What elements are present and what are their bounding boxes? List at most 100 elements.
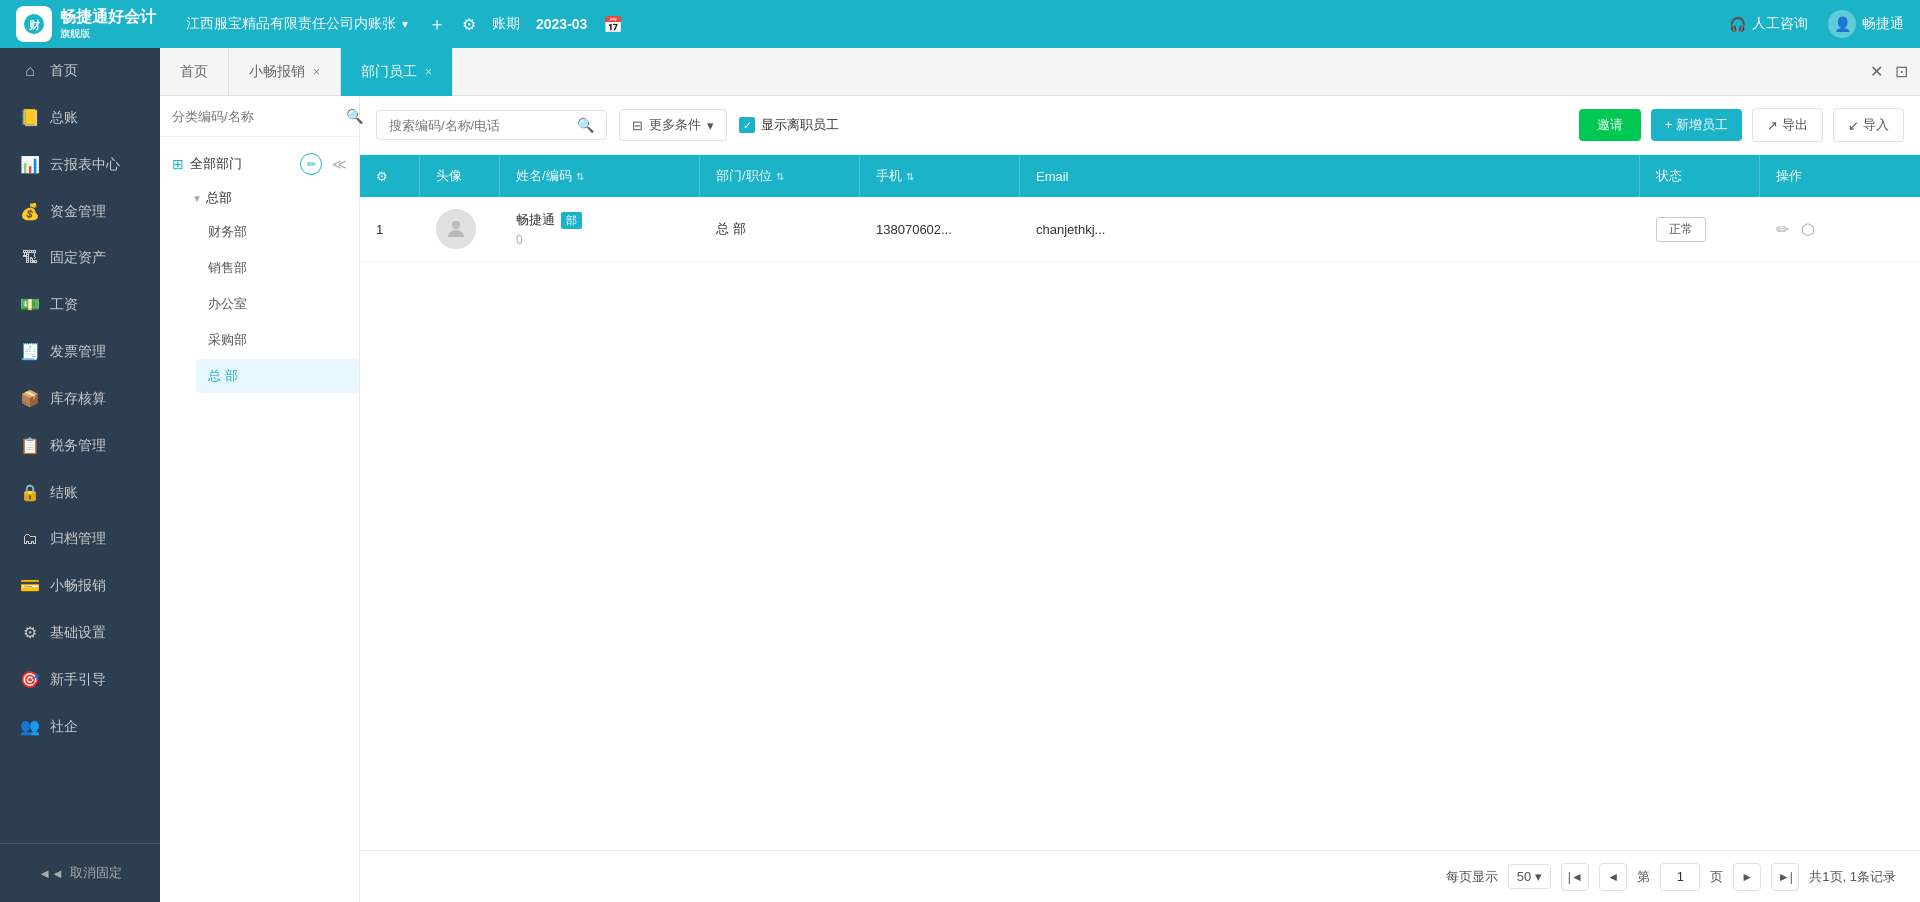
close-tab-button[interactable]: ✕ (1870, 62, 1883, 81)
td-index: 1 (360, 197, 420, 261)
dept-finance[interactable]: 财务部 (196, 215, 359, 249)
th-avatar: 头像 (420, 155, 500, 197)
sidebar-item-fixed-assets[interactable]: 🏗 固定资产 (0, 235, 160, 281)
sidebar-item-label: 小畅报销 (50, 577, 106, 595)
sidebar-item-label: 工资 (50, 296, 78, 314)
dept-purchase[interactable]: 采购部 (196, 323, 359, 357)
filter-chevron-icon: ▾ (707, 118, 714, 133)
total-label: 共1页, 1条记录 (1809, 868, 1896, 886)
th-settings[interactable]: ⚙ (360, 155, 420, 197)
dept-panel: 🔍 ⊞ 全部部门 ✏ ≪ ▼ 总部 财 (160, 96, 360, 902)
td-actions: ✏ ⬡ (1760, 197, 1920, 261)
import-label: 导入 (1863, 116, 1889, 134)
dept-root-all[interactable]: ⊞ 全部部门 ✏ ≪ (160, 145, 359, 183)
dept-children: ▼ 总部 财务部 销售部 办公室 采购部 总 部 (180, 183, 359, 393)
dept-general-label: 总部 (206, 189, 232, 207)
invite-label: 邀请 (1597, 117, 1623, 132)
settings-icon[interactable]: ⚙ (462, 15, 476, 34)
sidebar-item-invoice[interactable]: 🧾 发票管理 (0, 328, 160, 375)
show-resigned-toggle[interactable]: ✓ 显示离职员工 (739, 116, 839, 134)
add-tab-button[interactable]: ＋ (428, 12, 446, 36)
salary-icon: 💵 (20, 295, 40, 314)
sidebar-item-more[interactable]: 👥 社企 (0, 703, 160, 750)
employee-toolbar: 🔍 ⊟ 更多条件 ▾ ✓ 显示离职员工 邀请 (360, 96, 1920, 155)
period-label: 账期 (492, 15, 520, 33)
show-resigned-label: 显示离职员工 (761, 116, 839, 134)
guide-icon: 🎯 (20, 670, 40, 689)
th-status: 状态 (1640, 155, 1760, 197)
employee-search-icon[interactable]: 🔍 (577, 117, 594, 133)
sidebar-item-general-ledger[interactable]: 📒 总账 (0, 94, 160, 141)
th-dept-position[interactable]: 部门/职位 ⇅ (700, 155, 860, 197)
per-page-label: 每页显示 (1446, 868, 1498, 886)
tab-dept-close[interactable]: × (425, 65, 432, 79)
sidebar-item-guide[interactable]: 🎯 新手引导 (0, 656, 160, 703)
dept-collapse-icon[interactable]: ≪ (332, 156, 347, 172)
more-filter-button[interactable]: ⊟ 更多条件 ▾ (619, 109, 727, 141)
tab-home[interactable]: 首页 (160, 48, 229, 96)
page-input[interactable] (1660, 863, 1700, 891)
user-avatar: 👤 (1828, 10, 1856, 38)
maximize-button[interactable]: ⊡ (1895, 62, 1908, 81)
dept-general[interactable]: ▼ 总部 (180, 183, 359, 213)
dept-tree: ⊞ 全部部门 ✏ ≪ ▼ 总部 财务部 销售部 办公室 (160, 137, 359, 902)
import-icon: ↙ (1848, 118, 1859, 133)
add-employee-button[interactable]: + 新增员工 (1651, 109, 1742, 141)
archive-icon: 🗂 (20, 530, 40, 548)
import-button[interactable]: ↙ 导入 (1833, 108, 1904, 142)
td-dept: 总 部 (700, 197, 860, 261)
per-page-value: 50 (1517, 869, 1531, 884)
sidebar-item-label: 结账 (50, 484, 78, 502)
invite-button[interactable]: 邀请 (1579, 109, 1641, 141)
page-next-button[interactable]: ► (1733, 863, 1761, 891)
sidebar-item-tax[interactable]: 📋 税务管理 (0, 422, 160, 469)
page-prev-button[interactable]: ◄ (1599, 863, 1627, 891)
sidebar-item-label: 资金管理 (50, 203, 106, 221)
sidebar-item-inventory[interactable]: 📦 库存核算 (0, 375, 160, 422)
sidebar-item-basic-settings[interactable]: ⚙ 基础设置 (0, 609, 160, 656)
inventory-icon: 📦 (20, 389, 40, 408)
dept-sales[interactable]: 销售部 (196, 251, 359, 285)
dept-grid-icon: ⊞ (172, 156, 184, 172)
dept-search-input[interactable] (172, 109, 340, 124)
content-area: 首页 小畅报销 × 部门员工 × ✕ ⊡ 🔍 (160, 48, 1920, 902)
th-name-code[interactable]: 姓名/编码 ⇅ (500, 155, 700, 197)
sidebar-item-funds[interactable]: 💰 资金管理 (0, 188, 160, 235)
sidebar-item-salary[interactable]: 💵 工资 (0, 281, 160, 328)
ledger-icon: 📒 (20, 108, 40, 127)
sidebar-item-reports[interactable]: 📊 云报表中心 (0, 141, 160, 188)
tab-xiaochang-close[interactable]: × (313, 65, 320, 79)
page-first-button[interactable]: |◄ (1561, 863, 1589, 891)
sidebar-item-closing[interactable]: 🔒 结账 (0, 469, 160, 516)
export-button[interactable]: ↗ 导出 (1752, 108, 1823, 142)
dept-edit-icon[interactable]: ✏ (300, 153, 322, 175)
status-badge: 正常 (1656, 217, 1706, 242)
sidebar-item-home[interactable]: ⌂ 首页 (0, 48, 160, 94)
user-info[interactable]: 👤 畅捷通 (1828, 10, 1904, 38)
cancel-fixed-button[interactable]: ◄◄ 取消固定 (0, 854, 160, 892)
edit-button[interactable]: ✏ (1776, 220, 1789, 239)
toolbar-right: 邀请 + 新增员工 ↗ 导出 ↙ 导入 (1579, 108, 1904, 142)
tab-dept-employee[interactable]: 部门员工 × (341, 48, 453, 96)
th-phone[interactable]: 手机 ⇅ (860, 155, 1020, 197)
dept-office[interactable]: 办公室 (196, 287, 359, 321)
company-dropdown-icon: ▾ (402, 17, 408, 31)
logout-button[interactable]: ⬡ (1801, 220, 1815, 239)
th-email-label: Email (1036, 169, 1069, 184)
dept-headquarters[interactable]: 总 部 (196, 359, 359, 393)
sidebar-item-xiaochang[interactable]: 💳 小畅报销 (0, 562, 160, 609)
company-selector[interactable]: 江西服宝精品有限责任公司内账张 ▾ (186, 15, 408, 33)
add-employee-label: + 新增员工 (1665, 116, 1728, 134)
show-resigned-checkbox[interactable]: ✓ (739, 117, 755, 133)
table-settings-icon[interactable]: ⚙ (376, 169, 388, 184)
tab-xiaochang-expense[interactable]: 小畅报销 × (229, 48, 341, 96)
per-page-select[interactable]: 50 ▾ (1508, 864, 1551, 889)
sidebar-item-archive[interactable]: 🗂 归档管理 (0, 516, 160, 562)
employee-search-input[interactable] (389, 118, 569, 133)
sidebar-item-label: 归档管理 (50, 530, 106, 548)
page-last-button[interactable]: ►| (1771, 863, 1799, 891)
calendar-icon[interactable]: 📅 (603, 15, 623, 34)
logo-text: 畅捷通好会计 旗舰版 (60, 7, 156, 40)
support-button[interactable]: 🎧 人工咨询 (1729, 15, 1808, 33)
sidebar-item-label: 总账 (50, 109, 78, 127)
